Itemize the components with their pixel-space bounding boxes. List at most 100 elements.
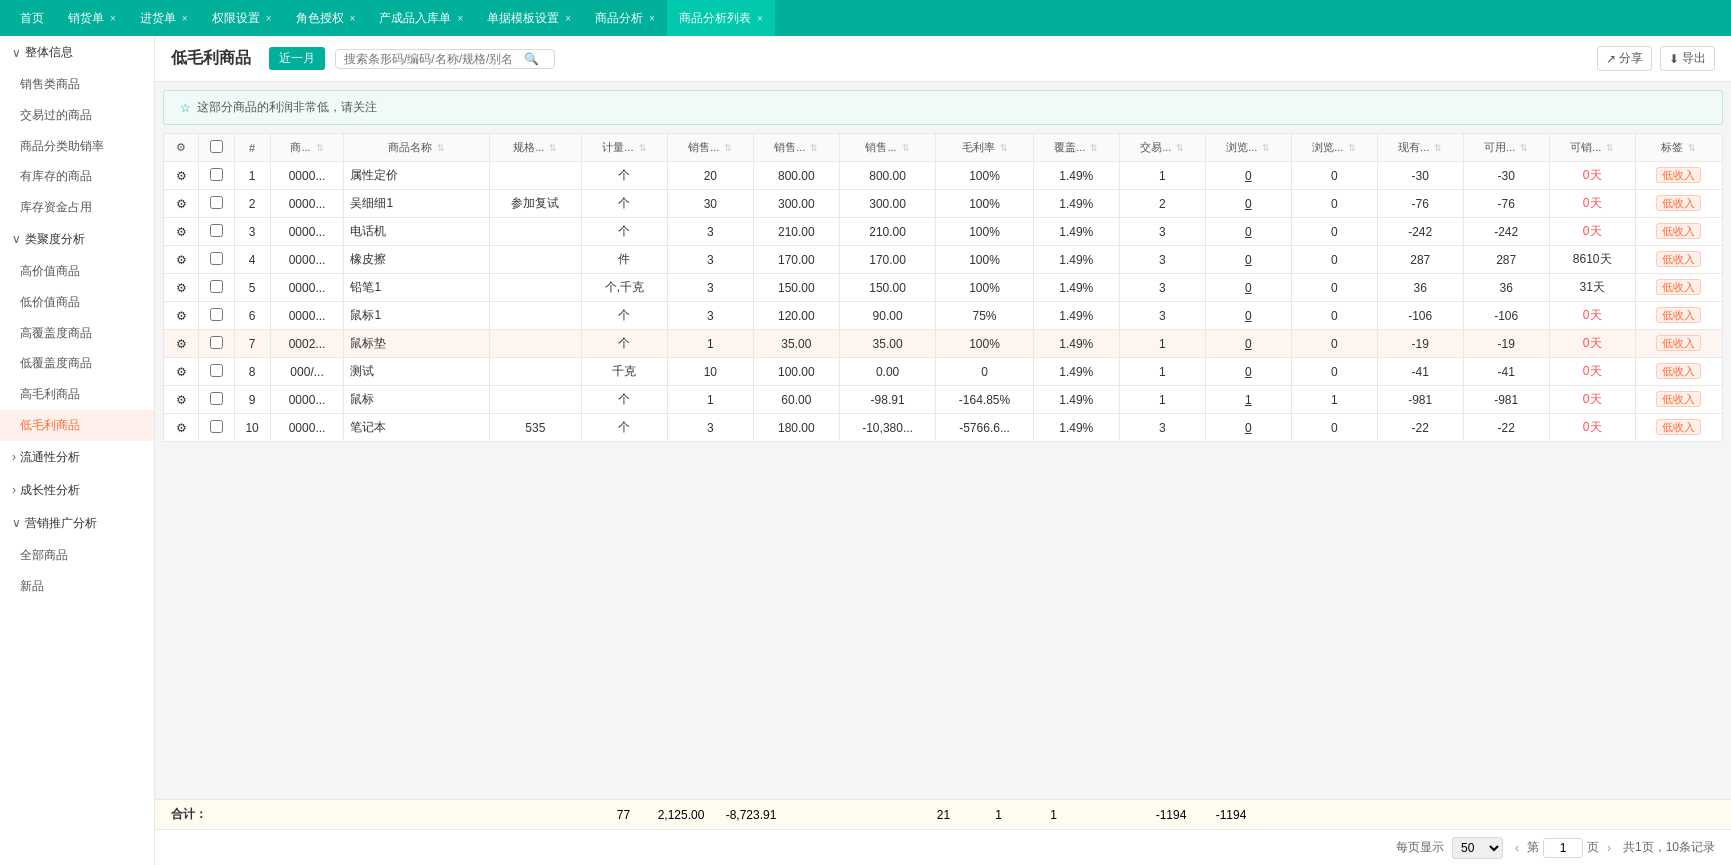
sidebar-item-category-rate[interactable]: 商品分类助销率 bbox=[0, 131, 154, 162]
search-icon[interactable]: 🔍 bbox=[524, 52, 539, 66]
nav-role-auth[interactable]: 角色授权 × bbox=[284, 0, 368, 36]
col-header-tag[interactable]: 标签 ⇅ bbox=[1635, 134, 1722, 162]
sidebar-item-sales-goods[interactable]: 销售类商品 bbox=[0, 69, 154, 100]
row-checkbox[interactable] bbox=[199, 246, 235, 274]
sidebar-item-high-coverage[interactable]: 高覆盖度商品 bbox=[0, 318, 154, 349]
close-icon[interactable]: × bbox=[110, 13, 116, 24]
row-browse1[interactable]: 0 bbox=[1205, 190, 1291, 218]
row-gear[interactable]: ⚙ bbox=[164, 246, 199, 274]
row-gear[interactable]: ⚙ bbox=[164, 162, 199, 190]
close-icon[interactable]: × bbox=[350, 13, 356, 24]
row-checkbox[interactable] bbox=[199, 414, 235, 442]
row-checkbox[interactable] bbox=[199, 274, 235, 302]
col-header-browse1[interactable]: 浏览... ⇅ bbox=[1205, 134, 1291, 162]
row-browse1[interactable]: 0 bbox=[1205, 302, 1291, 330]
sidebar-item-all-goods[interactable]: 全部商品 bbox=[0, 540, 154, 571]
checkbox-col-header[interactable] bbox=[199, 134, 235, 162]
row-gear[interactable]: ⚙ bbox=[164, 330, 199, 358]
nav-template-settings[interactable]: 单据模板设置 × bbox=[475, 0, 583, 36]
row-select-checkbox[interactable] bbox=[210, 420, 223, 433]
row-gear[interactable]: ⚙ bbox=[164, 190, 199, 218]
sidebar-item-traded-goods[interactable]: 交易过的商品 bbox=[0, 100, 154, 131]
row-checkbox[interactable] bbox=[199, 190, 235, 218]
row-select-checkbox[interactable] bbox=[210, 252, 223, 265]
col-header-coverage[interactable]: 覆盖... ⇅ bbox=[1033, 134, 1119, 162]
row-browse1[interactable]: 0 bbox=[1205, 274, 1291, 302]
row-select-checkbox[interactable] bbox=[210, 364, 223, 377]
row-select-checkbox[interactable] bbox=[210, 224, 223, 237]
close-icon[interactable]: × bbox=[757, 13, 763, 24]
nav-product-analysis-list[interactable]: 商品分析列表 × bbox=[667, 0, 775, 36]
next-page-button[interactable]: › bbox=[1603, 839, 1615, 857]
col-header-current-stock[interactable]: 现有... ⇅ bbox=[1377, 134, 1463, 162]
row-gear[interactable]: ⚙ bbox=[164, 358, 199, 386]
row-select-checkbox[interactable] bbox=[210, 168, 223, 181]
row-checkbox[interactable] bbox=[199, 218, 235, 246]
nav-sales-order[interactable]: 销货单 × bbox=[56, 0, 128, 36]
col-header-spec[interactable]: 规格... ⇅ bbox=[489, 134, 581, 162]
sidebar-group-cluster-title[interactable]: ∨ 类聚度分析 bbox=[0, 223, 154, 256]
col-header-browse2[interactable]: 浏览... ⇅ bbox=[1291, 134, 1377, 162]
row-gear[interactable]: ⚙ bbox=[164, 302, 199, 330]
sidebar-group-marketing-title[interactable]: ∨ 营销推广分析 bbox=[0, 507, 154, 540]
sidebar-group-circulation-title[interactable]: › 流通性分析 bbox=[0, 441, 154, 474]
row-gear[interactable]: ⚙ bbox=[164, 218, 199, 246]
row-gear[interactable]: ⚙ bbox=[164, 386, 199, 414]
close-icon[interactable]: × bbox=[565, 13, 571, 24]
nav-permission[interactable]: 权限设置 × bbox=[200, 0, 284, 36]
row-browse1[interactable]: 0 bbox=[1205, 330, 1291, 358]
row-checkbox[interactable] bbox=[199, 302, 235, 330]
col-header-trade[interactable]: 交易... ⇅ bbox=[1119, 134, 1205, 162]
sidebar-group-growth-title[interactable]: › 成长性分析 bbox=[0, 474, 154, 507]
col-header-saleable[interactable]: 可销... ⇅ bbox=[1549, 134, 1635, 162]
row-browse1[interactable]: 0 bbox=[1205, 358, 1291, 386]
close-icon[interactable]: × bbox=[182, 13, 188, 24]
row-gear[interactable]: ⚙ bbox=[164, 414, 199, 442]
nav-finished-goods[interactable]: 产成品入库单 × bbox=[367, 0, 475, 36]
sidebar-item-low-coverage[interactable]: 低覆盖度商品 bbox=[0, 348, 154, 379]
nav-purchase-order[interactable]: 进货单 × bbox=[128, 0, 200, 36]
row-select-checkbox[interactable] bbox=[210, 308, 223, 321]
page-input[interactable] bbox=[1543, 838, 1583, 858]
row-checkbox[interactable] bbox=[199, 358, 235, 386]
col-header-available[interactable]: 可用... ⇅ bbox=[1463, 134, 1549, 162]
col-header-sales-price[interactable]: 销售... ⇅ bbox=[753, 134, 839, 162]
row-checkbox[interactable] bbox=[199, 330, 235, 358]
row-select-checkbox[interactable] bbox=[210, 280, 223, 293]
row-browse1[interactable]: 0 bbox=[1205, 218, 1291, 246]
sidebar-item-in-stock[interactable]: 有库存的商品 bbox=[0, 161, 154, 192]
nav-product-analysis[interactable]: 商品分析 × bbox=[583, 0, 667, 36]
sidebar-group-overall-title[interactable]: ∨ 整体信息 bbox=[0, 36, 154, 69]
col-header-sales-profit[interactable]: 销售... ⇅ bbox=[839, 134, 935, 162]
row-browse1[interactable]: 0 bbox=[1205, 414, 1291, 442]
select-all-checkbox[interactable] bbox=[210, 140, 223, 153]
close-icon[interactable]: × bbox=[457, 13, 463, 24]
row-select-checkbox[interactable] bbox=[210, 336, 223, 349]
export-button[interactable]: ⬇ 导出 bbox=[1660, 46, 1715, 71]
row-checkbox[interactable] bbox=[199, 386, 235, 414]
row-browse1[interactable]: 1 bbox=[1205, 386, 1291, 414]
col-header-unit[interactable]: 计量... ⇅ bbox=[581, 134, 667, 162]
row-select-checkbox[interactable] bbox=[210, 392, 223, 405]
nav-home[interactable]: 首页 bbox=[8, 0, 56, 36]
share-button[interactable]: ↗ 分享 bbox=[1597, 46, 1652, 71]
settings-col-header[interactable]: ⚙ bbox=[164, 134, 199, 162]
row-browse1[interactable]: 0 bbox=[1205, 246, 1291, 274]
row-checkbox[interactable] bbox=[199, 162, 235, 190]
close-icon[interactable]: × bbox=[266, 13, 272, 24]
sidebar-item-low-value[interactable]: 低价值商品 bbox=[0, 287, 154, 318]
sidebar-item-high-value[interactable]: 高价值商品 bbox=[0, 256, 154, 287]
col-header-name[interactable]: 商品名称 ⇅ bbox=[344, 134, 489, 162]
sidebar-item-stock-funds[interactable]: 库存资金占用 bbox=[0, 192, 154, 223]
sidebar-item-low-margin[interactable]: 低毛利商品 bbox=[0, 410, 154, 441]
sidebar-item-new-goods[interactable]: 新品 bbox=[0, 571, 154, 602]
row-gear[interactable]: ⚙ bbox=[164, 274, 199, 302]
per-page-select[interactable]: 50 20 100 bbox=[1452, 837, 1503, 859]
row-select-checkbox[interactable] bbox=[210, 196, 223, 209]
prev-page-button[interactable]: ‹ bbox=[1511, 839, 1523, 857]
col-header-sales-qty[interactable]: 销售... ⇅ bbox=[667, 134, 753, 162]
col-header-code[interactable]: 商... ⇅ bbox=[270, 134, 344, 162]
row-browse1[interactable]: 0 bbox=[1205, 162, 1291, 190]
col-header-gross-rate[interactable]: 毛利率 ⇅ bbox=[936, 134, 1034, 162]
sidebar-item-high-margin[interactable]: 高毛利商品 bbox=[0, 379, 154, 410]
